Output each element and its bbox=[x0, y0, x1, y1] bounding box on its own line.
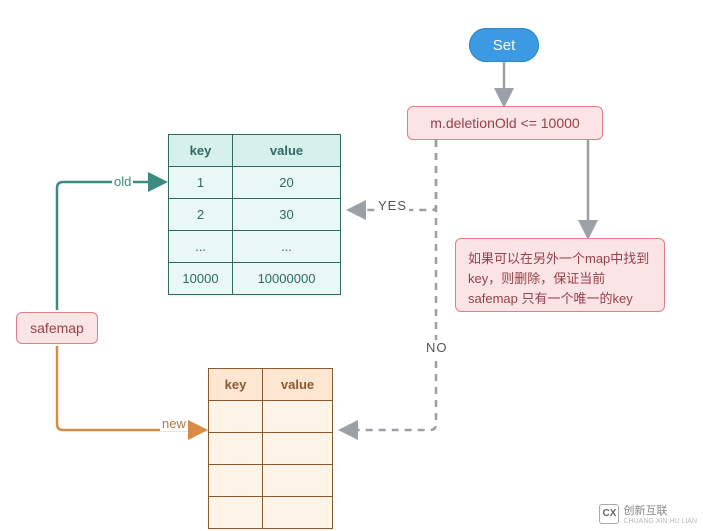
watermark-sub: CHUANG XIN HU LIAN bbox=[623, 518, 697, 525]
watermark-brand: 创新互联 bbox=[623, 505, 667, 517]
new-map-table: key value bbox=[208, 368, 333, 529]
start-node: Set bbox=[469, 28, 539, 62]
safemap-label: safemap bbox=[30, 320, 84, 336]
table-row bbox=[209, 433, 333, 465]
table-row bbox=[209, 465, 333, 497]
watermark: CX 创新互联 CHUANG XIN HU LIAN bbox=[599, 502, 697, 525]
table-row: 1 20 bbox=[169, 167, 341, 199]
table-row: 10000 10000000 bbox=[169, 263, 341, 295]
decision-node: m.deletionOld <= 10000 bbox=[407, 106, 603, 140]
watermark-logo-icon: CX bbox=[599, 504, 619, 524]
table-row bbox=[209, 497, 333, 529]
note-box: 如果可以在另外一个map中找到 key，则删除，保证当前safemap 只有一个… bbox=[455, 238, 665, 312]
edge-label-yes: YES bbox=[376, 198, 409, 213]
new-header-key: key bbox=[209, 369, 263, 401]
decision-label: m.deletionOld <= 10000 bbox=[430, 115, 579, 131]
table-row: ... ... bbox=[169, 231, 341, 263]
table-row bbox=[209, 401, 333, 433]
table-row: 2 30 bbox=[169, 199, 341, 231]
old-map-table: key value 1 20 2 30 ... ... 10000 bbox=[168, 134, 341, 295]
old-header-value: value bbox=[233, 135, 341, 167]
edge-label-new: new bbox=[160, 416, 188, 431]
edge-label-old: old bbox=[112, 174, 133, 189]
note-text: 如果可以在另外一个map中找到 key，则删除，保证当前safemap 只有一个… bbox=[468, 251, 649, 306]
new-header-value: value bbox=[263, 369, 333, 401]
safemap-node: safemap bbox=[16, 312, 98, 344]
edge-label-no: NO bbox=[424, 340, 450, 355]
start-label: Set bbox=[493, 37, 516, 54]
old-header-key: key bbox=[169, 135, 233, 167]
